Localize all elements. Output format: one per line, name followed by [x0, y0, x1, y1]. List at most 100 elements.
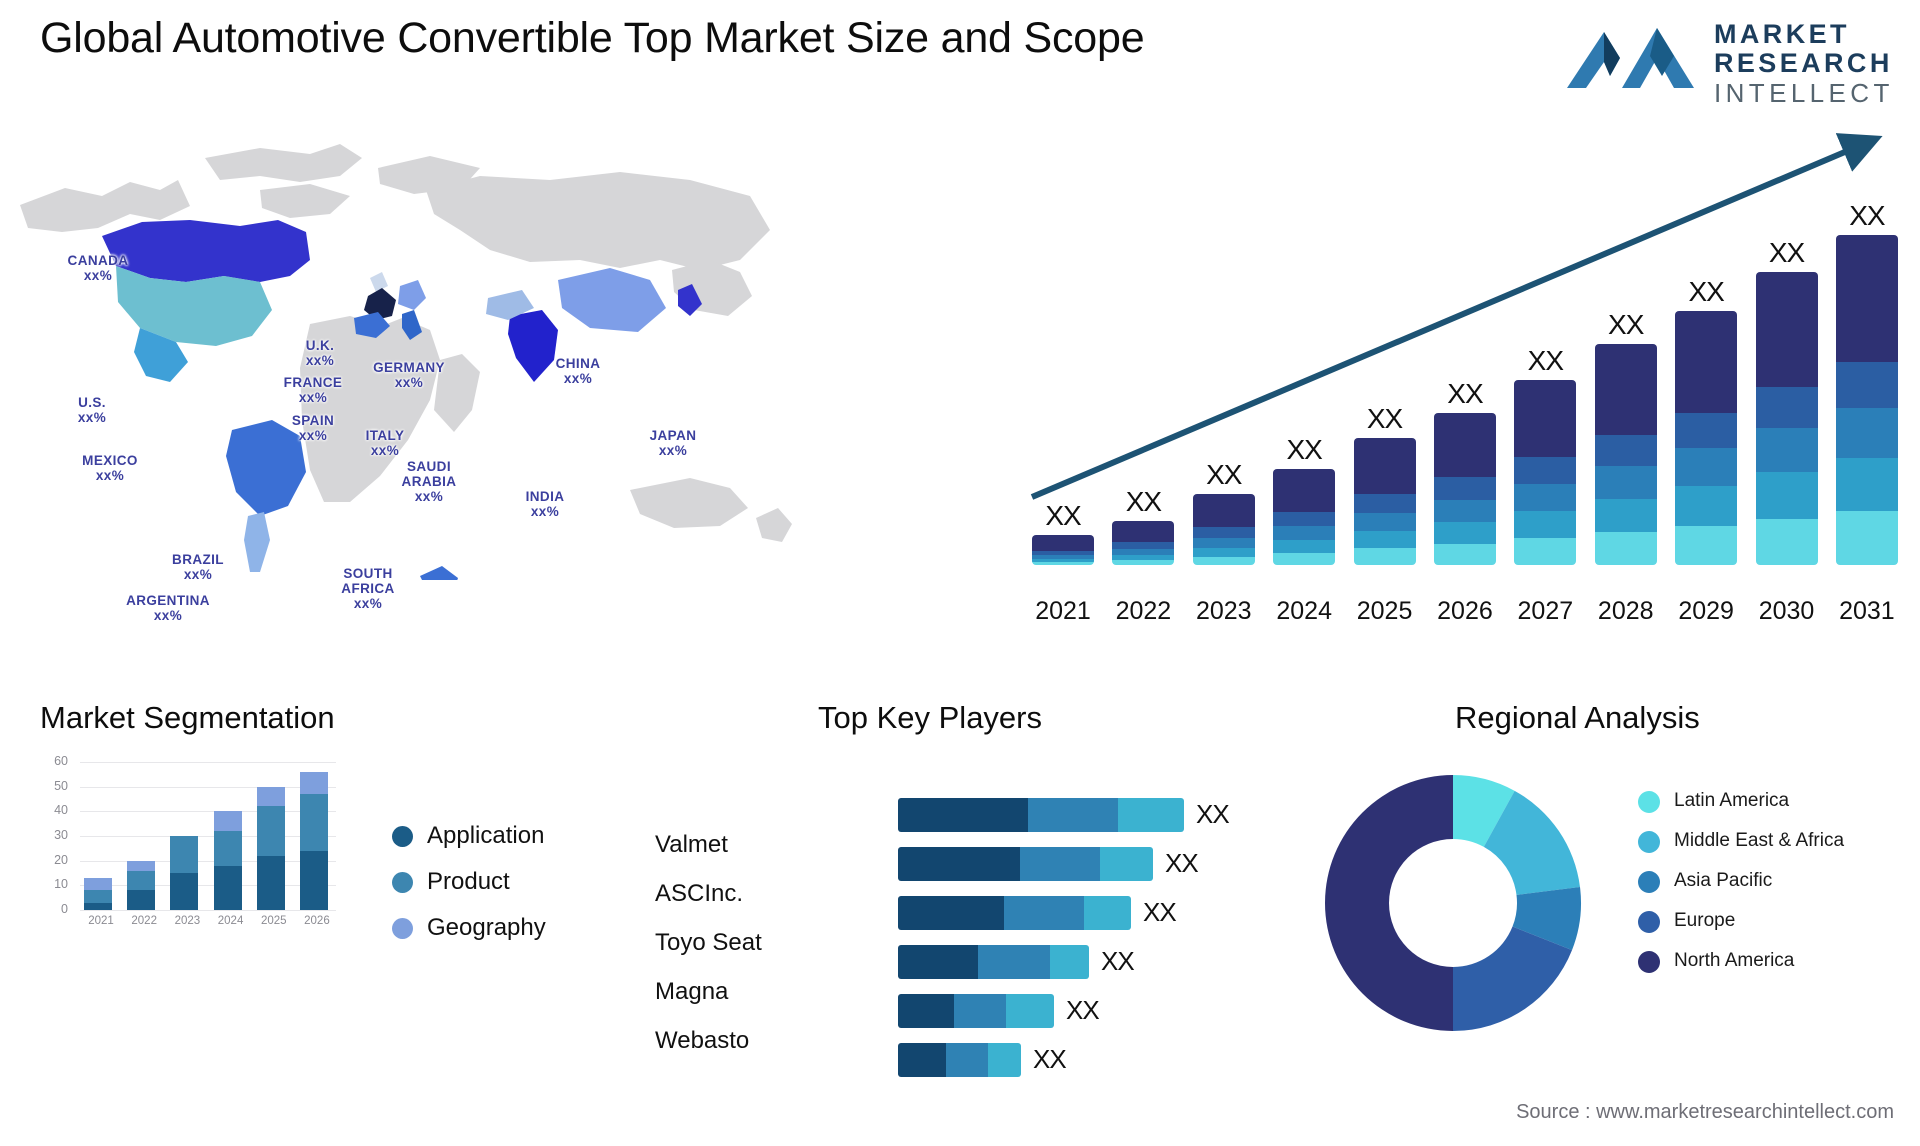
key-player-name: Valmet	[655, 831, 728, 858]
market-forecast-chart: XX XX XX XX XX XX XX XX XX XX XX	[1020, 125, 1910, 565]
bar-value-label: XX	[1688, 275, 1724, 307]
map-label-name: U.S.	[78, 395, 106, 410]
regional-legend-item[interactable]: Middle East & Africa	[1638, 830, 1898, 853]
bar-segment	[1192, 493, 1255, 528]
forecast-year-label: 2031	[1839, 597, 1895, 625]
segmentation-legend-item[interactable]: Product	[392, 868, 546, 896]
segmentation-legend-item[interactable]: Application	[392, 822, 546, 850]
segmentation-y-tick: 50	[54, 778, 68, 793]
bar-value-label: XX	[1527, 344, 1564, 376]
key-player-name: Magna	[655, 978, 729, 1005]
segmentation-y-tick: 10	[54, 877, 68, 892]
brand-logo: MARKET RESEARCH INTELLECT	[1562, 14, 1892, 108]
bar-segment	[1835, 458, 1898, 512]
bar-segment	[1353, 493, 1416, 513]
key-player-value-label: XX	[1033, 1044, 1067, 1074]
bar-segment	[1192, 556, 1255, 565]
world-map: CANADA xx% U.S. xx% MEXICO xx% BRAZIL xx% ARGENT…	[10, 110, 840, 623]
forecast-bar-group: XX XX XX XX XX XX XX XX XX XX XX	[1032, 165, 1898, 565]
regional-legend-item[interactable]: Europe	[1638, 910, 1898, 933]
bar-segment	[1112, 521, 1175, 543]
forecast-bar-column: XX	[1112, 486, 1175, 565]
bar-segment	[1192, 547, 1255, 557]
key-player-bar-row: XX	[898, 790, 1318, 839]
map-label-value: xx%	[305, 353, 335, 368]
forecast-year-label: 2021	[1035, 597, 1091, 625]
map-label-name: INDIA	[525, 489, 565, 504]
key-player-bar-segment	[1118, 797, 1184, 832]
key-player-name: ASCInc.	[655, 880, 744, 907]
segmentation-bar-column	[299, 771, 328, 910]
bar-segment	[1514, 538, 1577, 565]
forecast-year-label: 2022	[1115, 597, 1172, 625]
regional-analysis-title: Regional Analysis	[1455, 700, 1700, 735]
forecast-year-label: 2026	[1437, 597, 1493, 625]
bar-stack	[1594, 344, 1657, 565]
segmentation-bar-segment	[299, 771, 328, 795]
map-label-name: CANADA	[67, 253, 129, 268]
bar-segment	[1675, 448, 1738, 487]
segmentation-bar-segment	[213, 831, 242, 866]
bar-segment	[1755, 387, 1818, 429]
key-player-bar-segment	[988, 1042, 1021, 1077]
map-label-name: ARGENTINA	[126, 593, 210, 608]
forecast-bar-column: XX	[1835, 200, 1898, 565]
key-player-bar-row: XX	[898, 937, 1318, 986]
regional-legend-item[interactable]: North America	[1638, 950, 1898, 973]
segmentation-bar-segment	[127, 870, 156, 891]
bar-segment	[1192, 537, 1255, 548]
forecast-bar-column: XX	[1594, 309, 1657, 565]
map-label-china: CHINA xx%	[533, 356, 623, 386]
map-label-value: xx%	[394, 375, 424, 390]
gridline	[80, 910, 336, 911]
bar-segment	[1273, 552, 1336, 565]
bar-stack	[1675, 310, 1738, 565]
forecast-bar-column: XX	[1675, 275, 1738, 565]
map-label-mexico: MEXICO xx%	[65, 453, 155, 483]
bar-value-label: XX	[1768, 237, 1805, 269]
bar-segment	[1755, 272, 1818, 388]
bar-segment	[1675, 310, 1738, 413]
logo-line-1: MARKET	[1714, 19, 1850, 49]
key-players-name-list: Valmet ASCInc. Toyo Seat Magna Webasto	[655, 820, 762, 1065]
forecast-bar-column: XX	[1273, 434, 1336, 565]
forecast-bar-column: XX	[1192, 459, 1255, 565]
regional-legend-item[interactable]: Latin America	[1638, 790, 1898, 813]
bar-segment	[1835, 511, 1898, 565]
legend-color-swatch	[392, 917, 413, 939]
map-label-india: INDIA xx%	[500, 489, 590, 519]
key-player-bar-segment	[898, 846, 1020, 881]
segmentation-bar-segment	[299, 794, 328, 851]
forecast-year-label: 2028	[1597, 597, 1654, 625]
bar-segment	[1594, 434, 1657, 467]
key-player-bar-segment	[1028, 797, 1118, 832]
regional-legend-item[interactable]: Asia Pacific	[1638, 870, 1898, 893]
regional-legend: Latin America Middle East & Africa Asia Pa…	[1638, 790, 1898, 990]
forecast-year-label: 2027	[1517, 597, 1574, 625]
map-label-name: SPAIN	[291, 413, 335, 428]
bar-stack	[1273, 468, 1336, 565]
bar-stack	[1835, 235, 1898, 565]
map-label-saudi-arabia: SAUDI ARABIA xx%	[384, 459, 474, 504]
segmentation-bar-segment	[84, 902, 112, 910]
donut-slice[interactable]	[1325, 775, 1453, 1031]
segmentation-legend-item[interactable]: Geography	[392, 914, 546, 942]
bar-segment	[1273, 539, 1336, 553]
legend-label: North America	[1674, 950, 1795, 971]
bar-segment	[1433, 477, 1496, 500]
bar-stack	[1112, 521, 1175, 565]
legend-label: Middle East & Africa	[1674, 830, 1845, 851]
key-player-name: Webasto	[655, 1027, 750, 1054]
segmentation-y-tick: 60	[54, 754, 68, 768]
map-label-name: MEXICO	[82, 453, 138, 468]
segmentation-y-tick: 20	[54, 852, 68, 867]
segmentation-y-tick: 40	[54, 803, 68, 818]
bar-segment	[1675, 412, 1738, 449]
bar-stack	[1755, 272, 1818, 565]
legend-label: Europe	[1674, 910, 1736, 931]
key-player-value-label: XX	[1066, 995, 1100, 1025]
map-label-brazil: BRAZIL xx%	[153, 552, 243, 582]
segmentation-x-label: 2021	[88, 915, 114, 927]
bar-stack	[1353, 438, 1416, 565]
map-label-name: ITALY	[365, 428, 405, 443]
